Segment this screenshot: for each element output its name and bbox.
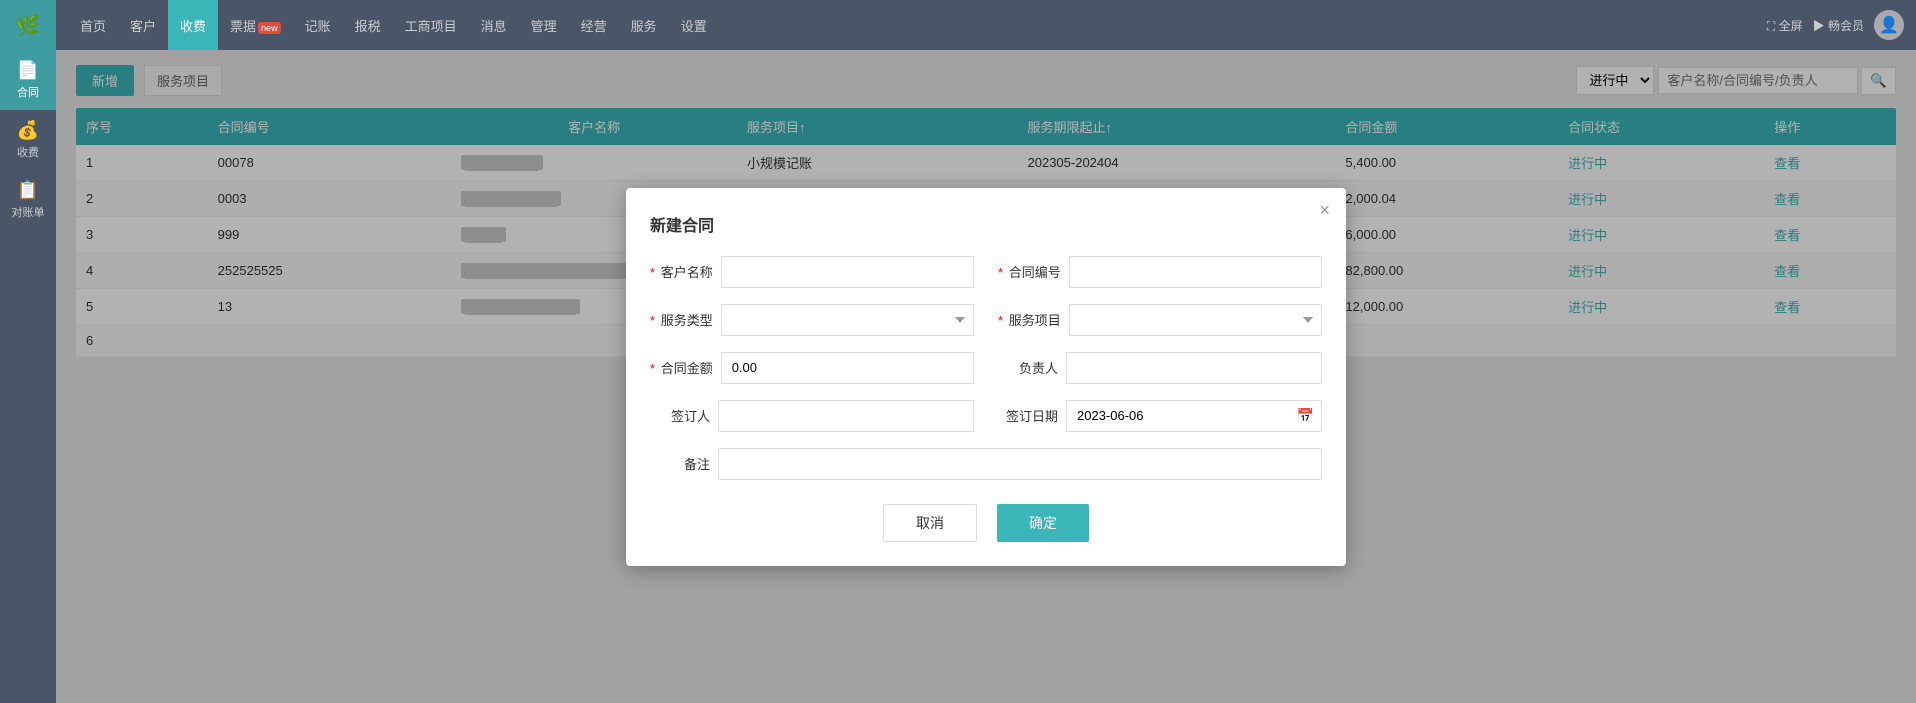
topnav: 首页 客户 收费 票据 new 记账 报税 工商项目 消息 管理 经营 服务 设… <box>56 0 1916 50</box>
sidebar-item-label: 收费 <box>17 144 39 160</box>
service-type-select[interactable] <box>721 304 974 336</box>
nav-home[interactable]: 首页 <box>68 0 118 50</box>
cancel-button[interactable]: 取消 <box>883 504 977 542</box>
statement-icon: 📋 <box>17 180 39 201</box>
form-row-3: * 合同金额 负责人 <box>650 352 1322 384</box>
sidebar-item-contract[interactable]: 📄 合同 <box>0 50 56 110</box>
nav-tax[interactable]: 报税 <box>343 0 393 50</box>
nav-message[interactable]: 消息 <box>469 0 519 50</box>
form-group-contract-no: * 合同编号 <box>998 256 1322 288</box>
form-row-2: * 服务类型 * 服务项目 <box>650 304 1322 336</box>
modal-overlay: × 新建合同 * 客户名称 * 合同编号 <box>56 50 1916 703</box>
nav-invoice[interactable]: 票据 new <box>218 0 293 50</box>
nav-customer[interactable]: 客户 <box>118 0 168 50</box>
nav-bookkeeping[interactable]: 记账 <box>293 0 343 50</box>
modal-footer: 取消 确定 <box>650 504 1322 542</box>
nav-settings[interactable]: 设置 <box>669 0 719 50</box>
sign-date-wrapper: 📅 <box>1066 400 1322 432</box>
form-group-service-type: * 服务类型 <box>650 304 974 336</box>
signer-label: 签订人 <box>650 406 710 425</box>
form-group-service-item: * 服务项目 <box>998 304 1322 336</box>
nav-service[interactable]: 服务 <box>619 0 669 50</box>
contract-no-label: * 合同编号 <box>998 262 1061 281</box>
user-avatar[interactable]: 👤 <box>1874 10 1904 40</box>
form-group-amount: * 合同金额 <box>650 352 974 384</box>
form-row-5: 备注 <box>650 448 1322 480</box>
topnav-right: ⛶ 全屏 ▶ 畅会员 👤 <box>1767 10 1904 40</box>
calendar-icon[interactable]: 📅 <box>1297 407 1314 424</box>
app-logo[interactable]: 🌿 <box>0 0 56 50</box>
vip-button[interactable]: ▶ 畅会员 <box>1813 17 1864 34</box>
form-group-remarks: 备注 <box>650 448 1322 480</box>
nav-business[interactable]: 工商项目 <box>393 0 469 50</box>
nav-operation[interactable]: 经营 <box>569 0 619 50</box>
form-group-sign-date: 签订日期 📅 <box>998 400 1322 432</box>
form-group-responsible: 负责人 <box>998 352 1322 384</box>
contract-amount-label: * 合同金额 <box>650 358 713 377</box>
fullscreen-button[interactable]: ⛶ 全屏 <box>1767 17 1803 34</box>
form-group-signer: 签订人 <box>650 400 974 432</box>
logo-icon: 🌿 <box>16 13 41 38</box>
sidebar-item-statement[interactable]: 📋 对账单 <box>0 170 56 230</box>
sign-date-label: 签订日期 <box>998 406 1058 425</box>
signer-input[interactable] <box>718 400 974 432</box>
sidebar-item-label: 对账单 <box>12 204 45 220</box>
sidebar: 🌿 📄 合同 💰 收费 📋 对账单 <box>0 0 56 703</box>
remarks-label: 备注 <box>650 454 710 473</box>
new-badge: new <box>258 22 281 34</box>
modal-new-contract: × 新建合同 * 客户名称 * 合同编号 <box>626 188 1346 566</box>
service-item-select[interactable] <box>1069 304 1322 336</box>
confirm-button[interactable]: 确定 <box>997 504 1089 542</box>
contract-icon: 📄 <box>17 60 39 81</box>
customer-name-label: * 客户名称 <box>650 262 713 281</box>
nav-billing[interactable]: 收费 <box>168 0 218 50</box>
service-type-label: * 服务类型 <box>650 310 713 329</box>
service-item-label: * 服务项目 <box>998 310 1061 329</box>
form-row-4: 签订人 签订日期 📅 <box>650 400 1322 432</box>
main-container: 首页 客户 收费 票据 new 记账 报税 工商项目 消息 管理 经营 服务 设… <box>56 0 1916 703</box>
sidebar-item-billing[interactable]: 💰 收费 <box>0 110 56 170</box>
billing-icon: 💰 <box>17 120 39 141</box>
contract-amount-input[interactable] <box>721 352 974 384</box>
content-area: 新增 服务项目 进行中 已完成 已取消 🔍 序号 合同编号 客户名称 <box>56 50 1916 703</box>
sidebar-item-label: 合同 <box>17 84 39 100</box>
responsible-label: 负责人 <box>998 358 1058 377</box>
form-row-1: * 客户名称 * 合同编号 <box>650 256 1322 288</box>
contract-no-input[interactable] <box>1069 256 1322 288</box>
remarks-input[interactable] <box>718 448 1322 480</box>
responsible-input[interactable] <box>1066 352 1322 384</box>
customer-name-input[interactable] <box>721 256 974 288</box>
form-group-customer: * 客户名称 <box>650 256 974 288</box>
sign-date-input[interactable] <box>1066 400 1322 432</box>
modal-title: 新建合同 <box>650 212 1322 236</box>
modal-close-button[interactable]: × <box>1319 200 1330 221</box>
nav-manage[interactable]: 管理 <box>519 0 569 50</box>
